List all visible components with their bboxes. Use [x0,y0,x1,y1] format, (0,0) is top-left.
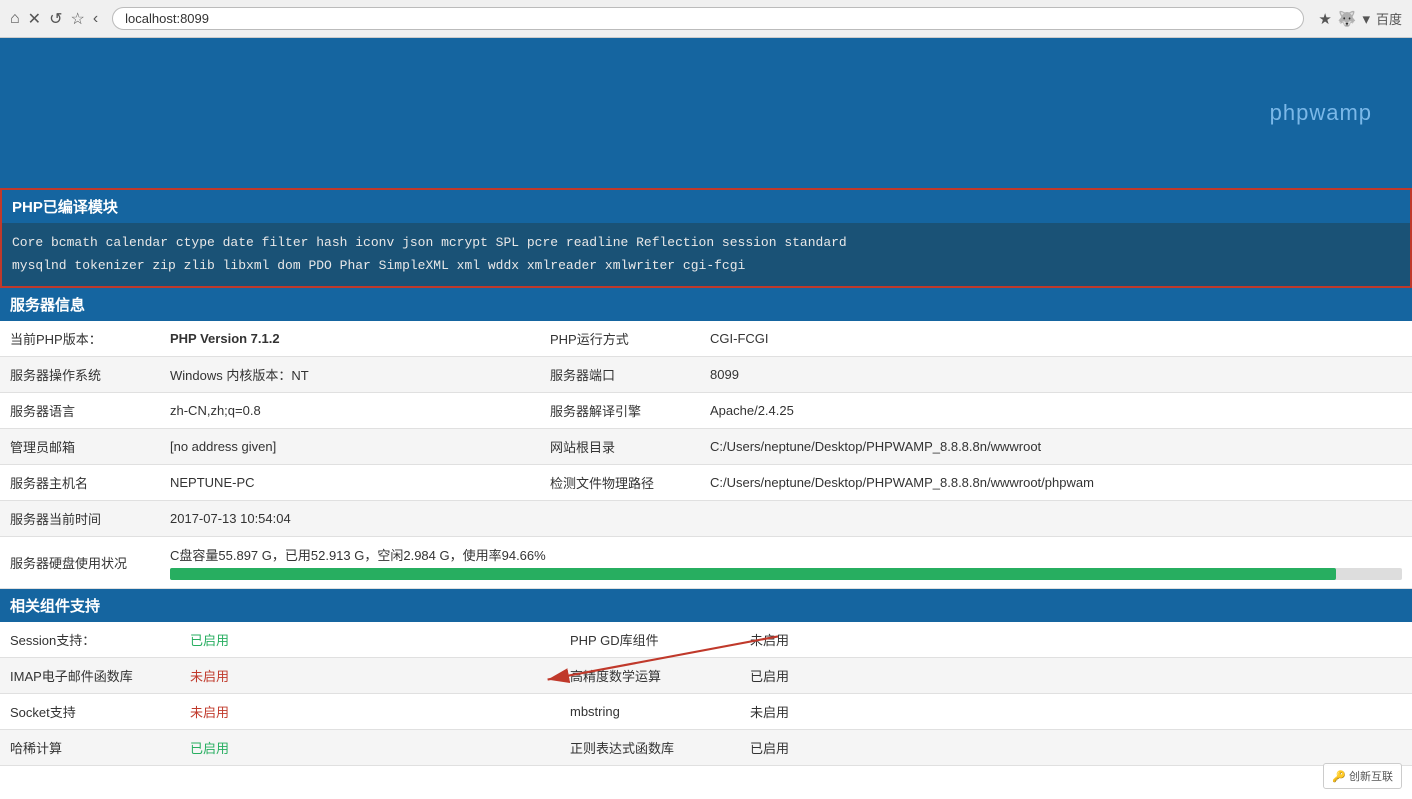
server-info-table: 当前PHP版本： PHP Version 7.1.2 PHP运行方式 CGI-F… [0,321,1412,589]
watermark: 🔑 创新互联 [1323,763,1402,789]
user-icon[interactable]: 🐺 [1338,10,1357,28]
comp-label-hash: 哈稀计算 [0,729,180,765]
browser-chrome: ⌂ ✕ ↺ ☆ ‹ ★ 🐺 ▾ 百度 [0,0,1412,38]
table-row: 服务器操作系统 Windows 内核版本：NT 服务器端口 8099 [0,356,1412,392]
url-bar[interactable] [112,7,1304,30]
component-row: IMAP电子邮件函数库 未启用 高精度数学运算 已启用 [0,657,1412,693]
modules-line2: mysqlnd tokenizer zip zlib libxml dom PD… [12,254,1400,277]
components-header: 相关组件支持 [0,589,1412,622]
star-icon[interactable]: ☆ [70,9,84,29]
label-filepath: 检测文件物理路径 [540,464,700,500]
value-hostname: NEPTUNE-PC [160,464,540,500]
comp-value-socket: 未启用 [180,693,560,729]
comp-label-mbstring: mbstring [560,693,740,729]
label-email: 管理员邮箱 [0,428,160,464]
label-disk: 服务器硬盘使用状况 [0,536,160,588]
php-modules-header: PHP已编译模块 [2,190,1410,223]
comp-value-hash: 已启用 [180,729,560,765]
site-title: phpwamp [1270,100,1372,126]
dropdown-icon[interactable]: ▾ [1362,10,1370,28]
modules-line1: Core bcmath calendar ctype date filter h… [12,231,1400,254]
watermark-icon: 🔑 [1332,771,1346,783]
comp-label-socket: Socket支持 [0,693,180,729]
label-webroot: 网站根目录 [540,428,700,464]
server-info-title: 服务器信息 [10,297,85,314]
server-info-header: 服务器信息 [0,288,1412,321]
php-modules-title: PHP已编译模块 [12,199,118,216]
disk-info-cell: C盘容量55.897 G，已用52.913 G，空闲2.984 G，使用率94.… [160,536,1412,588]
left-icon[interactable]: ‹ [93,10,98,28]
components-wrapper: Session支持： 已启用 PHP GD库组件 未启用 IMAP电子邮件函数库… [0,622,1412,766]
table-row: 当前PHP版本： PHP Version 7.1.2 PHP运行方式 CGI-F… [0,321,1412,357]
value-os: Windows 内核版本：NT [160,356,540,392]
comp-label-math: 高精度数学运算 [560,657,740,693]
value-lang: zh-CN,zh;q=0.8 [160,392,540,428]
table-row-disk: 服务器硬盘使用状况 C盘容量55.897 G，已用52.913 G，空闲2.98… [0,536,1412,588]
label-os: 服务器操作系统 [0,356,160,392]
components-title: 相关组件支持 [10,598,100,615]
value-engine: Apache/2.4.25 [700,392,1412,428]
component-row: Session支持： 已启用 PHP GD库组件 未启用 [0,622,1412,658]
search-engine-label[interactable]: 百度 [1376,9,1402,28]
value-port: 8099 [700,356,1412,392]
value-run-mode: CGI-FCGI [700,321,1412,357]
comp-label-session: Session支持： [0,622,180,658]
comp-label-imap: IMAP电子邮件函数库 [0,657,180,693]
comp-value-math: 已启用 [740,657,1412,693]
comp-value-imap: 未启用 [180,657,560,693]
label-port: 服务器端口 [540,356,700,392]
label-run-mode: PHP运行方式 [540,321,700,357]
comp-value-gd: 未启用 [740,622,1412,658]
table-row: 管理员邮箱 [no address given] 网站根目录 C:/Users/… [0,428,1412,464]
label-engine: 服务器解译引擎 [540,392,700,428]
component-row: Socket支持 未启用 mbstring 未启用 [0,693,1412,729]
comp-value-session: 已启用 [180,622,560,658]
header-banner: phpwamp [0,38,1412,188]
browser-toolbar: ★ 🐺 ▾ 百度 [1318,9,1402,28]
close-icon[interactable]: ✕ [28,9,41,29]
value-time: 2017-07-13 10:54:04 [160,500,540,536]
value-webroot: C:/Users/neptune/Desktop/PHPWAMP_8.8.8.8… [700,428,1412,464]
label-php-version: 当前PHP版本： [0,321,160,357]
back-icon[interactable]: ↺ [49,9,62,29]
comp-value-regex: 已启用 [740,729,1412,765]
value-filepath: C:/Users/neptune/Desktop/PHPWAMP_8.8.8.8… [700,464,1412,500]
table-row: 服务器当前时间 2017-07-13 10:54:04 [0,500,1412,536]
watermark-text: 创新互联 [1349,771,1393,783]
label-time: 服务器当前时间 [0,500,160,536]
home-icon[interactable]: ⌂ [10,10,20,28]
comp-label-gd: PHP GD库组件 [560,622,740,658]
disk-progress-bar [170,568,1336,580]
label-empty [540,500,700,536]
table-row: 服务器主机名 NEPTUNE-PC 检测文件物理路径 C:/Users/nept… [0,464,1412,500]
value-email: [no address given] [160,428,540,464]
comp-value-mbstring: 未启用 [740,693,1412,729]
component-row: 哈稀计算 已启用 正则表达式函数库 已启用 [0,729,1412,765]
components-table: Session支持： 已启用 PHP GD库组件 未启用 IMAP电子邮件函数库… [0,622,1412,766]
php-modules-section: PHP已编译模块 Core bcmath calendar ctype date… [0,188,1412,288]
value-empty [700,500,1412,536]
value-php-version: PHP Version 7.1.2 [160,321,540,357]
bookmark-icon[interactable]: ★ [1318,10,1331,28]
comp-label-regex: 正则表达式函数库 [560,729,740,765]
table-row: 服务器语言 zh-CN,zh;q=0.8 服务器解译引擎 Apache/2.4.… [0,392,1412,428]
label-hostname: 服务器主机名 [0,464,160,500]
label-lang: 服务器语言 [0,392,160,428]
page-content: phpwamp PHP已编译模块 Core bcmath calendar ct… [0,38,1412,766]
disk-progress-container [170,568,1402,580]
php-modules-content: Core bcmath calendar ctype date filter h… [2,223,1410,286]
disk-text: C盘容量55.897 G，已用52.913 G，空闲2.984 G，使用率94.… [170,545,1402,564]
